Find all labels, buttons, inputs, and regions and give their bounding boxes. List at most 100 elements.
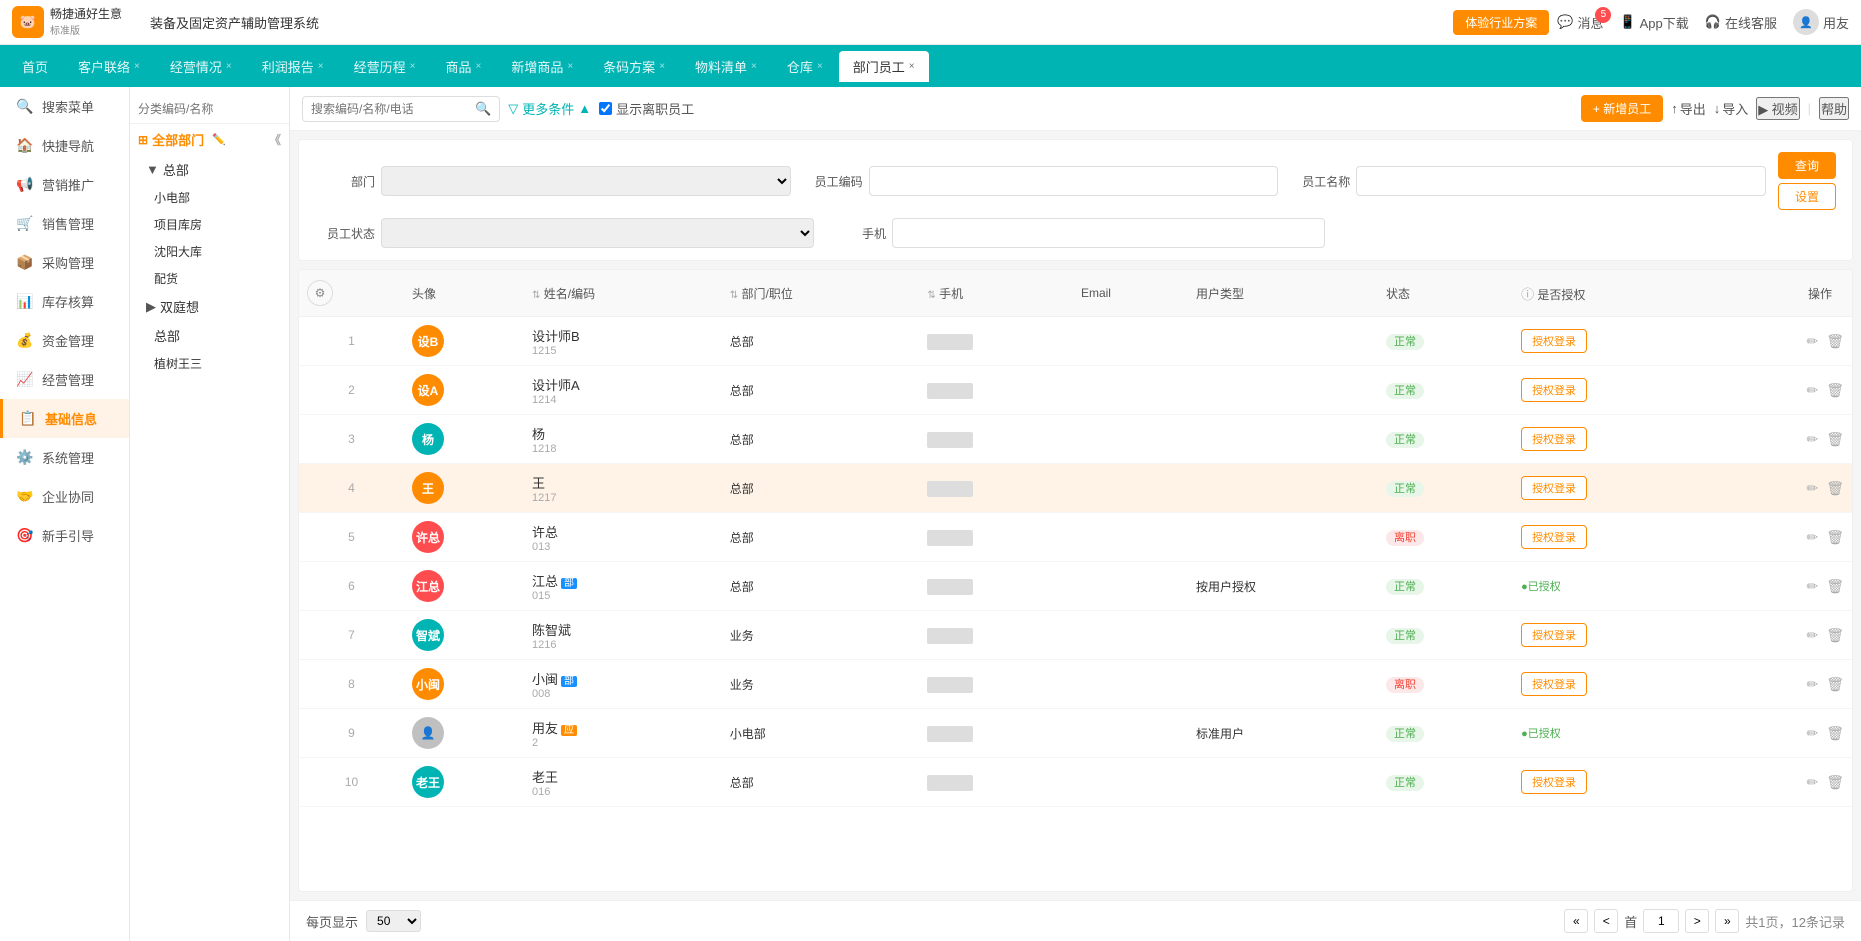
dept-collapse-btn[interactable]: 《 (269, 131, 281, 148)
sidebar-item-marketing[interactable]: 📢营销推广 (0, 165, 129, 204)
nav-tab-新增商品[interactable]: 新增商品× (497, 51, 587, 82)
search-button[interactable]: 查询 (1778, 152, 1836, 179)
show-resigned-toggle[interactable]: 显示离职员工 (599, 99, 694, 118)
more-conditions-btn[interactable]: ▽ 更多条件 ▲ (508, 99, 591, 118)
dept-node-zhishu[interactable]: 植树王三 (130, 350, 289, 377)
nav-tab-close-icon[interactable]: × (134, 61, 140, 72)
dept-node-shenyang[interactable]: 沈阳大库 (130, 238, 289, 265)
authorize-button[interactable]: 授权登录 (1521, 378, 1587, 402)
emp-code-input[interactable] (869, 166, 1279, 196)
table-settings-icon[interactable]: ⚙ (307, 280, 333, 306)
emp-name-input[interactable] (1356, 166, 1766, 196)
import-button[interactable]: ↓ 导入 (1714, 99, 1749, 118)
page-size-select[interactable]: 50 100 (366, 910, 421, 932)
sidebar-item-quick-nav[interactable]: 🏠快捷导航 (0, 126, 129, 165)
export-button[interactable]: ↑ 导出 (1671, 99, 1706, 118)
next-page-btn[interactable]: > (1685, 909, 1709, 933)
sidebar-item-system[interactable]: ⚙️系统管理 (0, 438, 129, 477)
nav-tab-仓库[interactable]: 仓库× (773, 51, 837, 82)
dept-node-peihuo[interactable]: 配货 (130, 265, 289, 292)
edit-icon[interactable]: ✏ (1806, 382, 1818, 399)
prev-page-btn[interactable]: < (1594, 909, 1618, 933)
delete-icon[interactable]: 🗑 (1826, 774, 1844, 791)
sidebar-item-sales[interactable]: 🛒销售管理 (0, 204, 129, 243)
delete-icon[interactable]: 🗑 (1826, 382, 1844, 399)
authorize-button[interactable]: 授权登录 (1521, 476, 1587, 500)
delete-icon[interactable]: 🗑 (1826, 529, 1844, 546)
nav-tab-close-icon[interactable]: × (659, 61, 665, 72)
edit-icon[interactable]: ✏ (1806, 627, 1818, 644)
show-resigned-checkbox[interactable] (599, 102, 612, 115)
user-area[interactable]: 👤 用友 (1793, 9, 1849, 35)
first-page-btn[interactable]: « (1564, 909, 1588, 933)
nav-tab-close-icon[interactable]: × (817, 61, 823, 72)
sidebar-item-purchase[interactable]: 📦采购管理 (0, 243, 129, 282)
settings-button[interactable]: 设置 (1778, 183, 1836, 210)
search-icon[interactable]: 🔍 (475, 101, 491, 117)
dept-node-shuangting[interactable]: ▶ 双庭想 (130, 292, 289, 321)
app-download-item[interactable]: 📱 App下载 (1619, 13, 1688, 32)
help-button[interactable]: 帮助 (1819, 97, 1849, 120)
authorize-button[interactable]: 授权登录 (1521, 427, 1587, 451)
last-page-btn[interactable]: » (1715, 909, 1739, 933)
edit-icon[interactable]: ✏ (1806, 529, 1818, 546)
edit-icon[interactable]: ✏ (1806, 725, 1818, 742)
dept-node-zonbu2[interactable]: 总部 (130, 321, 289, 350)
nav-tab-首页[interactable]: 首页 (8, 51, 62, 82)
nav-tab-close-icon[interactable]: × (475, 61, 481, 72)
sidebar-item-finance[interactable]: 💰资金管理 (0, 321, 129, 360)
authorize-button[interactable]: 授权登录 (1521, 525, 1587, 549)
nav-tab-利润报告[interactable]: 利润报告× (248, 51, 338, 82)
authorize-button[interactable]: 授权登录 (1521, 623, 1587, 647)
edit-icon[interactable]: ✏ (1806, 578, 1818, 595)
authorize-button[interactable]: 授权登录 (1521, 672, 1587, 696)
nav-tab-经营情况[interactable]: 经营情况× (156, 51, 246, 82)
edit-icon[interactable]: ✏ (1806, 333, 1818, 350)
edit-icon[interactable]: ✏ (1806, 480, 1818, 497)
dept-node-xiangmu[interactable]: 项目库房 (130, 211, 289, 238)
dept-search-input[interactable] (138, 102, 290, 116)
nav-tab-客户联络[interactable]: 客户联络× (64, 51, 154, 82)
nav-tab-close-icon[interactable]: × (751, 61, 757, 72)
sidebar-item-operation[interactable]: 📈经营管理 (0, 360, 129, 399)
delete-icon[interactable]: 🗑 (1826, 676, 1844, 693)
delete-icon[interactable]: 🗑 (1826, 333, 1844, 350)
phone-input[interactable] (892, 218, 1325, 248)
view-button[interactable]: ▶ 视频 (1756, 97, 1799, 120)
edit-icon[interactable]: ✏ (1806, 431, 1818, 448)
nav-tab-商品[interactable]: 商品× (431, 51, 495, 82)
emp-status-select[interactable] (381, 218, 814, 248)
dept-edit-icon[interactable]: ✏️ (212, 133, 226, 146)
online-service-item[interactable]: 🎧 在线客服 (1705, 13, 1777, 32)
delete-icon[interactable]: 🗑 (1826, 431, 1844, 448)
nav-tab-close-icon[interactable]: × (567, 61, 573, 72)
experience-btn[interactable]: 体验行业方案 (1453, 10, 1549, 35)
authorize-button[interactable]: 授权登录 (1521, 770, 1587, 794)
authorize-button[interactable]: 授权登录 (1521, 329, 1587, 353)
delete-icon[interactable]: 🗑 (1826, 725, 1844, 742)
delete-icon[interactable]: 🗑 (1826, 480, 1844, 497)
nav-tab-部门员工[interactable]: 部门员工× (839, 51, 929, 82)
nav-tab-经营历程[interactable]: 经营历程× (340, 51, 430, 82)
delete-icon[interactable]: 🗑 (1826, 627, 1844, 644)
sidebar-item-search-menu[interactable]: 🔍搜索菜单 (0, 87, 129, 126)
nav-tab-close-icon[interactable]: × (226, 61, 232, 72)
dept-node-xiaodian[interactable]: 小电部 (130, 184, 289, 211)
edit-icon[interactable]: ✏ (1806, 774, 1818, 791)
nav-tab-物料清单[interactable]: 物料清单× (681, 51, 771, 82)
page-number-input[interactable] (1643, 909, 1679, 933)
nav-tab-close-icon[interactable]: × (909, 61, 915, 72)
edit-icon[interactable]: ✏ (1806, 676, 1818, 693)
search-input[interactable] (311, 102, 471, 116)
sidebar-item-inventory[interactable]: 📊库存核算 (0, 282, 129, 321)
sidebar-item-cooperation[interactable]: 🤝企业协同 (0, 477, 129, 516)
nav-tab-条码方案[interactable]: 条码方案× (589, 51, 679, 82)
add-employee-button[interactable]: + 新增员工 (1581, 95, 1663, 122)
nav-tab-close-icon[interactable]: × (318, 61, 324, 72)
dept-select[interactable] (381, 166, 791, 196)
nav-tab-close-icon[interactable]: × (410, 61, 416, 72)
message-icon-item[interactable]: 💬 消息 5 (1557, 13, 1603, 32)
sidebar-item-guide[interactable]: 🎯新手引导 (0, 516, 129, 555)
delete-icon[interactable]: 🗑 (1826, 578, 1844, 595)
dept-node-zonbu-parent[interactable]: ▼ 总部 (130, 155, 289, 184)
